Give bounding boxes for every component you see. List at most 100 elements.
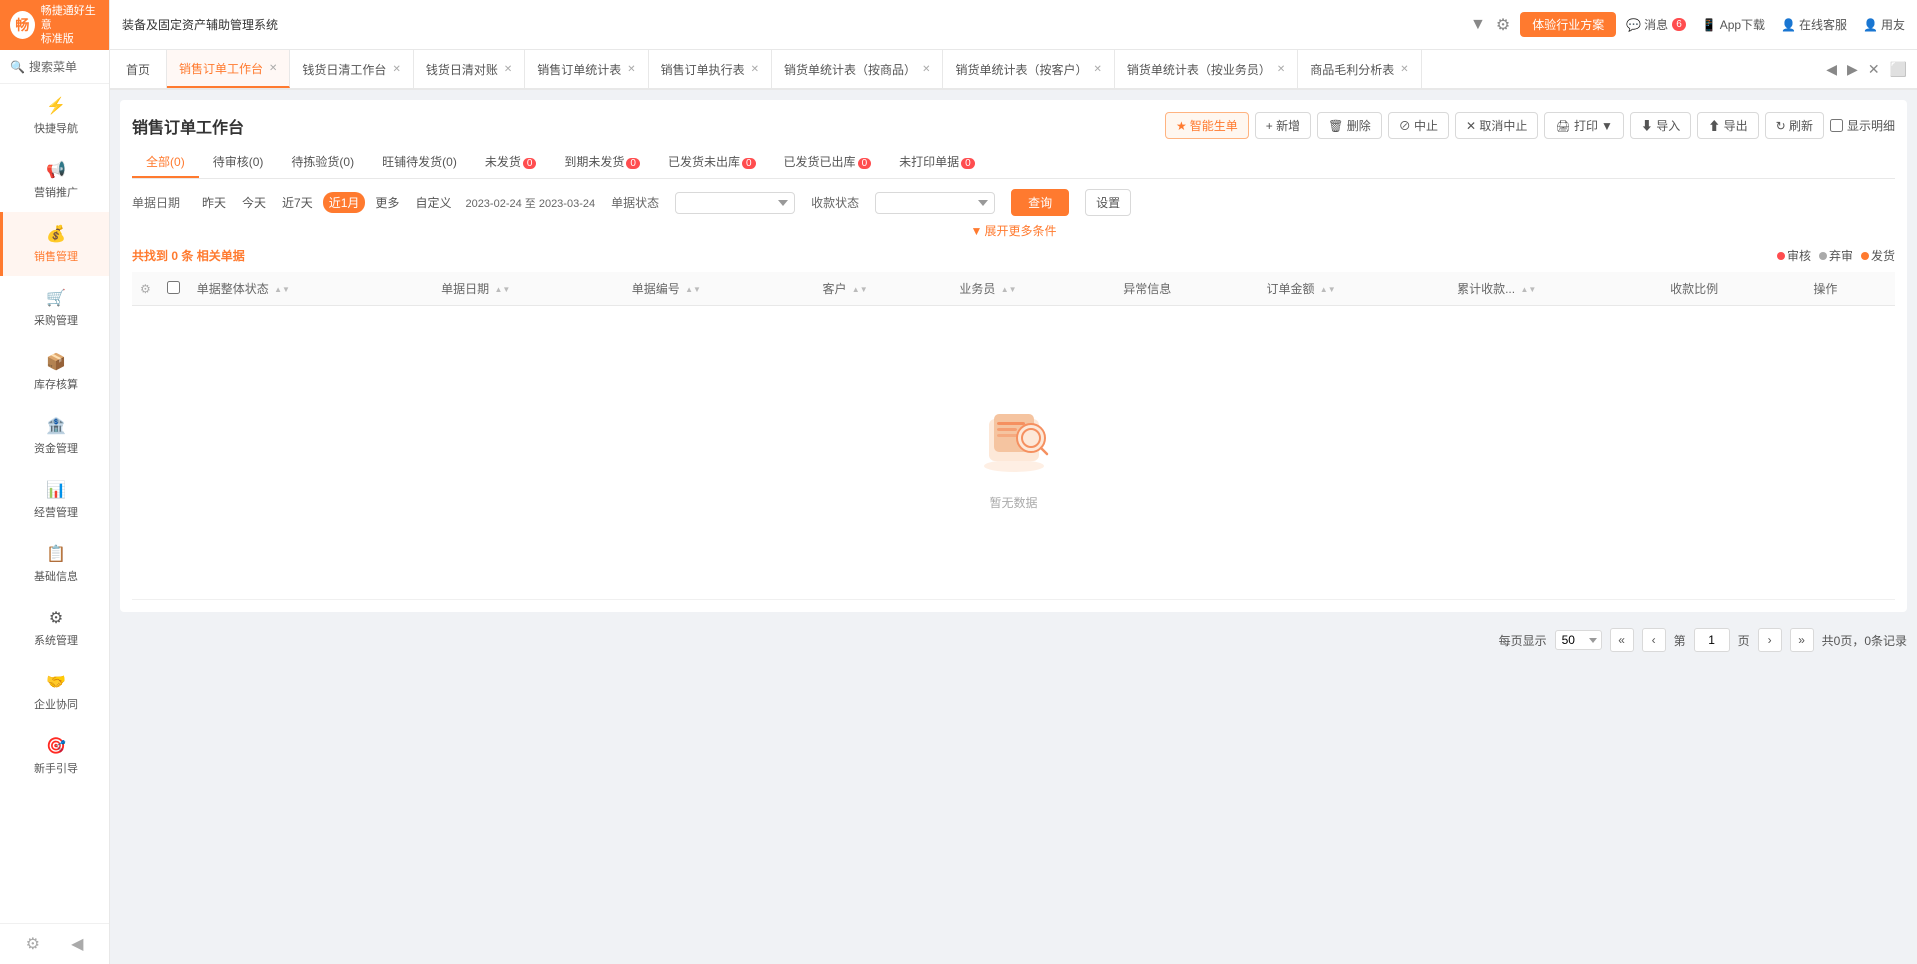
sidebar-item-enterprise[interactable]: 🤝 企业协同 [0, 660, 109, 724]
sort-customer-icon[interactable]: ▲▼ [852, 285, 868, 294]
tab-restore-btn[interactable]: ⬜ [1886, 59, 1911, 80]
col-staff[interactable]: 业务员 ▲▼ [951, 272, 1115, 306]
unreviewed-action-btn[interactable]: 弃审 [1819, 247, 1853, 264]
select-all-checkbox[interactable] [167, 281, 180, 294]
app-download-btn[interactable]: 📱 App下载 [1702, 16, 1765, 33]
user-menu-btn[interactable]: 👤 用友 [1863, 16, 1905, 33]
reset-btn[interactable]: 设置 [1085, 189, 1131, 216]
next-page-btn[interactable]: › [1758, 628, 1782, 652]
col-date[interactable]: 单据日期 ▲▼ [433, 272, 624, 306]
subtab-wangpu[interactable]: 旺铺待发货(0) [368, 147, 471, 178]
delete-btn[interactable]: 🗑 删除 [1317, 112, 1382, 139]
sidebar-item-marketing[interactable]: 📢 营销推广 [0, 148, 109, 212]
sort-staff-icon[interactable]: ▲▼ [1001, 285, 1017, 294]
col-received[interactable]: 累计收款... ▲▼ [1449, 272, 1662, 306]
tab-close-cash-daily[interactable]: ✕ [392, 64, 400, 75]
subtab-pending-inspection[interactable]: 待拣验货(0) [277, 147, 368, 178]
status-filter-select[interactable] [675, 192, 795, 214]
page-input[interactable] [1694, 628, 1730, 652]
add-btn[interactable]: + 新增 [1255, 112, 1311, 139]
tab-home[interactable]: 首页 [110, 50, 167, 88]
tab-sales-summary-product[interactable]: 销货单统计表（按商品） ✕ [772, 50, 943, 88]
first-page-btn[interactable]: « [1610, 628, 1634, 652]
tab-cash-daily[interactable]: 钱货日清工作台 ✕ [290, 50, 413, 88]
sidebar-item-system[interactable]: ⚙ 系统管理 [0, 596, 109, 660]
subtab-pending-review[interactable]: 待审核(0) [199, 147, 278, 178]
expand-more-filters-btn[interactable]: ▼ 展开更多条件 [971, 222, 1057, 239]
tab-close-summary-staff[interactable]: ✕ [1277, 64, 1285, 75]
date-opt-1month[interactable]: 近1月 [323, 192, 366, 213]
tab-prev-btn[interactable]: ◀ [1822, 59, 1841, 80]
date-opt-yesterday[interactable]: 昨天 [196, 192, 232, 213]
col-gear[interactable]: ⚙ [132, 272, 159, 306]
sidebar-item-inventory[interactable]: 📦 库存核算 [0, 340, 109, 404]
date-opt-today[interactable]: 今天 [236, 192, 272, 213]
tab-close-sales-stats[interactable]: ✕ [627, 64, 635, 75]
topbar-gear-icon[interactable]: ⚙ [1496, 15, 1510, 35]
smart-create-btn[interactable]: ★ 智能生单 [1165, 112, 1249, 139]
tab-sales-stats[interactable]: 销售订单统计表 ✕ [525, 50, 648, 88]
show-detail-checkbox[interactable] [1830, 119, 1843, 132]
col-status[interactable]: 单据整体状态 ▲▼ [189, 272, 433, 306]
sort-amount-icon[interactable]: ▲▼ [1320, 285, 1336, 294]
last-page-btn[interactable]: » [1790, 628, 1814, 652]
tab-close-gross-margin[interactable]: ✕ [1400, 64, 1408, 75]
cancel-stop-btn[interactable]: ✕ 取消中止 [1455, 112, 1538, 139]
tab-close-cash-reconcile[interactable]: ✕ [504, 64, 512, 75]
sidebar-item-purchase[interactable]: 🛒 采购管理 [0, 276, 109, 340]
tab-sales-order-workbench[interactable]: 销售订单工作台 ✕ [167, 50, 290, 88]
subtab-expired-not-shipped[interactable]: 到期未发货0 [550, 147, 654, 178]
sidebar-item-finance[interactable]: 🏦 资金管理 [0, 404, 109, 468]
ship-action-btn[interactable]: 发货 [1861, 247, 1895, 264]
sort-status-icon[interactable]: ▲▼ [274, 285, 290, 294]
tab-close-sales-order[interactable]: ✕ [269, 63, 277, 74]
sidebar-search[interactable]: 🔍 搜索菜单 [0, 50, 109, 84]
print-btn[interactable]: 🖨 打印 ▼ [1544, 112, 1623, 139]
sidebar-item-sales[interactable]: 💰 销售管理 [0, 212, 109, 276]
sidebar-item-basic-info[interactable]: 📋 基础信息 [0, 532, 109, 596]
topbar-settings-btn[interactable]: ▼ [1470, 16, 1486, 34]
date-opt-7days[interactable]: 近7天 [276, 192, 319, 213]
show-detail-label[interactable]: 显示明细 [1830, 117, 1895, 134]
industry-btn[interactable]: 体验行业方案 [1520, 12, 1616, 37]
sidebar-item-operations[interactable]: 📊 经营管理 [0, 468, 109, 532]
col-amount[interactable]: 订单金额 ▲▼ [1258, 272, 1449, 306]
online-service-btn[interactable]: 👤 在线客服 [1781, 16, 1847, 33]
prev-page-btn[interactable]: ‹ [1642, 628, 1666, 652]
col-checkbox[interactable] [159, 272, 189, 306]
tab-close-summary-customer[interactable]: ✕ [1093, 64, 1101, 75]
subtab-not-shipped[interactable]: 未发货0 [471, 147, 551, 178]
tab-sales-summary-customer[interactable]: 销货单统计表（按客户） ✕ [943, 50, 1114, 88]
tab-sales-exec[interactable]: 销售订单执行表 ✕ [649, 50, 772, 88]
tab-cash-reconcile[interactable]: 钱货日清对账 ✕ [414, 50, 525, 88]
sort-received-icon[interactable]: ▲▼ [1520, 285, 1536, 294]
refresh-btn[interactable]: ↻ 刷新 [1765, 112, 1824, 139]
collapse-sidebar-btn[interactable]: ◀ [71, 934, 83, 954]
col-customer[interactable]: 客户 ▲▼ [814, 272, 951, 306]
tab-close-sales-exec[interactable]: ✕ [751, 64, 759, 75]
subtab-not-printed[interactable]: 未打印单据0 [885, 147, 989, 178]
tab-gross-margin[interactable]: 商品毛利分析表 ✕ [1298, 50, 1421, 88]
tab-close-summary-product[interactable]: ✕ [922, 64, 930, 75]
date-opt-more[interactable]: 更多 [369, 192, 405, 213]
subtab-shipped-not-out[interactable]: 已发货未出库0 [654, 147, 770, 178]
message-btn[interactable]: 💬 消息 6 [1626, 16, 1686, 33]
sort-number-icon[interactable]: ▲▼ [685, 285, 701, 294]
export-btn[interactable]: ⬆ 导出 [1697, 112, 1758, 139]
tab-close-all-btn[interactable]: ✕ [1864, 59, 1884, 80]
search-btn[interactable]: 查询 [1011, 189, 1069, 216]
subtab-all[interactable]: 全部(0) [132, 147, 199, 178]
print-dropdown-icon[interactable]: ▼ [1601, 119, 1613, 133]
col-number[interactable]: 单据编号 ▲▼ [624, 272, 815, 306]
import-btn[interactable]: ⬇ 导入 [1630, 112, 1691, 139]
review-action-btn[interactable]: 审核 [1777, 247, 1811, 264]
sort-date-icon[interactable]: ▲▼ [494, 285, 510, 294]
stop-btn[interactable]: ⊘ 中止 [1388, 112, 1449, 139]
date-opt-custom[interactable]: 自定义 [409, 192, 457, 213]
tab-next-btn[interactable]: ▶ [1843, 59, 1862, 80]
subtab-shipped-out[interactable]: 已发货已出库0 [770, 147, 886, 178]
sidebar-item-guide[interactable]: 🎯 新手引导 [0, 724, 109, 788]
page-size-select[interactable]: 10 20 50 100 [1555, 630, 1602, 650]
payment-filter-select[interactable] [875, 192, 995, 214]
tab-sales-summary-staff[interactable]: 销货单统计表（按业务员） ✕ [1115, 50, 1298, 88]
